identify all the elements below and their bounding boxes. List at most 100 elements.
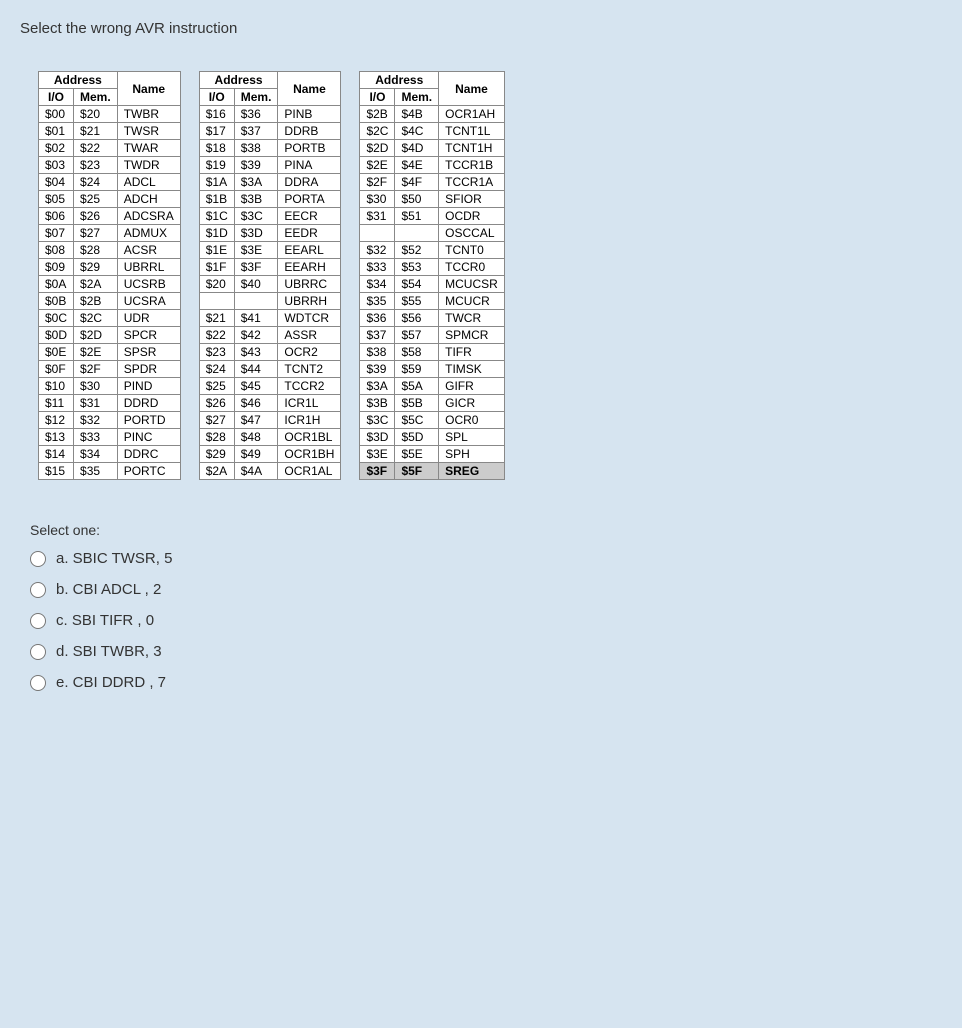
name-cell: ICR1L — [278, 395, 341, 412]
table-row: $0A$2AUCSRB — [39, 276, 181, 293]
table-row: OSCCAL — [360, 225, 504, 242]
mem-cell: $2A — [74, 276, 118, 293]
table-row: $18$38PORTB — [199, 140, 341, 157]
io-cell: $24 — [199, 361, 234, 378]
io-cell: $11 — [39, 395, 74, 412]
io-cell: $38 — [360, 344, 395, 361]
name-cell: TWBR — [117, 106, 180, 123]
mem-cell: $32 — [74, 412, 118, 429]
table-row: $23$43OCR2 — [199, 344, 341, 361]
mem-cell: $30 — [74, 378, 118, 395]
name-cell: PORTC — [117, 463, 180, 480]
table-row: $2A$4AOCR1AL — [199, 463, 341, 480]
name-cell: SPMCR — [439, 327, 505, 344]
mem-cell: $3B — [234, 191, 278, 208]
mem-cell: $59 — [395, 361, 439, 378]
name-cell: OCR1AH — [439, 106, 505, 123]
mem-cell: $55 — [395, 293, 439, 310]
name-cell: TWCR — [439, 310, 505, 327]
name-cell: SPH — [439, 446, 505, 463]
table-row: $05$25ADCH — [39, 191, 181, 208]
io-cell: $18 — [199, 140, 234, 157]
radio-c[interactable] — [30, 613, 46, 629]
table1-address-header: Address — [39, 72, 118, 89]
mem-cell: $2C — [74, 310, 118, 327]
io-cell: $00 — [39, 106, 74, 123]
io-cell: $17 — [199, 123, 234, 140]
mem-cell: $2D — [74, 327, 118, 344]
name-cell: ADCL — [117, 174, 180, 191]
name-cell: OCR1BH — [278, 446, 341, 463]
name-cell: TWSR — [117, 123, 180, 140]
io-cell: $0D — [39, 327, 74, 344]
name-cell: PORTB — [278, 140, 341, 157]
mem-cell: $48 — [234, 429, 278, 446]
table-row: $30$50SFIOR — [360, 191, 504, 208]
table-row: $07$27ADMUX — [39, 225, 181, 242]
mem-cell: $3C — [234, 208, 278, 225]
table-row: $14$34DDRC — [39, 446, 181, 463]
table-row: $3A$5AGIFR — [360, 378, 504, 395]
io-cell: $03 — [39, 157, 74, 174]
name-cell: DDRA — [278, 174, 341, 191]
table-row: $09$29UBRRL — [39, 259, 181, 276]
mem-cell: $4C — [395, 123, 439, 140]
table-row: $2F$4FTCCR1A — [360, 174, 504, 191]
table-row: $02$22TWAR — [39, 140, 181, 157]
io-cell: $32 — [360, 242, 395, 259]
option-item-d[interactable]: d. SBI TWBR, 3 — [30, 643, 942, 660]
table1-name-header: Name — [117, 72, 180, 106]
option-item-c[interactable]: c. SBI TIFR , 0 — [30, 612, 942, 629]
mem-cell: $5B — [395, 395, 439, 412]
radio-d[interactable] — [30, 644, 46, 660]
register-table-1: Address Name I/O Mem. $00$20TWBR$01$21TW… — [38, 71, 181, 480]
option-item-a[interactable]: a. SBIC TWSR, 5 — [30, 550, 942, 567]
name-cell: PIND — [117, 378, 180, 395]
io-cell: $3D — [360, 429, 395, 446]
radio-e[interactable] — [30, 675, 46, 691]
option-label-c: c. SBI TIFR , 0 — [56, 612, 154, 629]
table-row: $00$20TWBR — [39, 106, 181, 123]
name-cell: SREG — [439, 463, 505, 480]
table-row: $0D$2DSPCR — [39, 327, 181, 344]
option-label-b: b. CBI ADCL , 2 — [56, 581, 161, 598]
mem-cell: $56 — [395, 310, 439, 327]
io-cell: $35 — [360, 293, 395, 310]
name-cell: DDRD — [117, 395, 180, 412]
option-item-e[interactable]: e. CBI DDRD , 7 — [30, 674, 942, 691]
mem-cell: $2F — [74, 361, 118, 378]
mem-cell: $5D — [395, 429, 439, 446]
io-cell: $19 — [199, 157, 234, 174]
table-row: $0F$2FSPDR — [39, 361, 181, 378]
mem-cell: $50 — [395, 191, 439, 208]
io-cell: $3B — [360, 395, 395, 412]
mem-cell: $58 — [395, 344, 439, 361]
name-cell: TWDR — [117, 157, 180, 174]
table2-mem-header: Mem. — [234, 89, 278, 106]
table-row: $2E$4ETCCR1B — [360, 157, 504, 174]
table-row: $17$37DDRB — [199, 123, 341, 140]
io-cell: $07 — [39, 225, 74, 242]
table-row: $2C$4CTCNT1L — [360, 123, 504, 140]
page-title: Select the wrong AVR instruction — [20, 20, 942, 37]
radio-b[interactable] — [30, 582, 46, 598]
name-cell: GICR — [439, 395, 505, 412]
io-cell: $39 — [360, 361, 395, 378]
table-row: $26$46ICR1L — [199, 395, 341, 412]
name-cell: TCCR2 — [278, 378, 341, 395]
radio-a[interactable] — [30, 551, 46, 567]
mem-cell: $4A — [234, 463, 278, 480]
io-cell: $0C — [39, 310, 74, 327]
io-cell: $10 — [39, 378, 74, 395]
table-row: $25$45TCCR2 — [199, 378, 341, 395]
table-row: $24$44TCNT2 — [199, 361, 341, 378]
name-cell: TWAR — [117, 140, 180, 157]
mem-cell: $3E — [234, 242, 278, 259]
name-cell: PINA — [278, 157, 341, 174]
io-cell: $30 — [360, 191, 395, 208]
mem-cell: $25 — [74, 191, 118, 208]
option-item-b[interactable]: b. CBI ADCL , 2 — [30, 581, 942, 598]
table-row: $04$24ADCL — [39, 174, 181, 191]
table-row: $1C$3CEECR — [199, 208, 341, 225]
mem-cell: $3D — [234, 225, 278, 242]
